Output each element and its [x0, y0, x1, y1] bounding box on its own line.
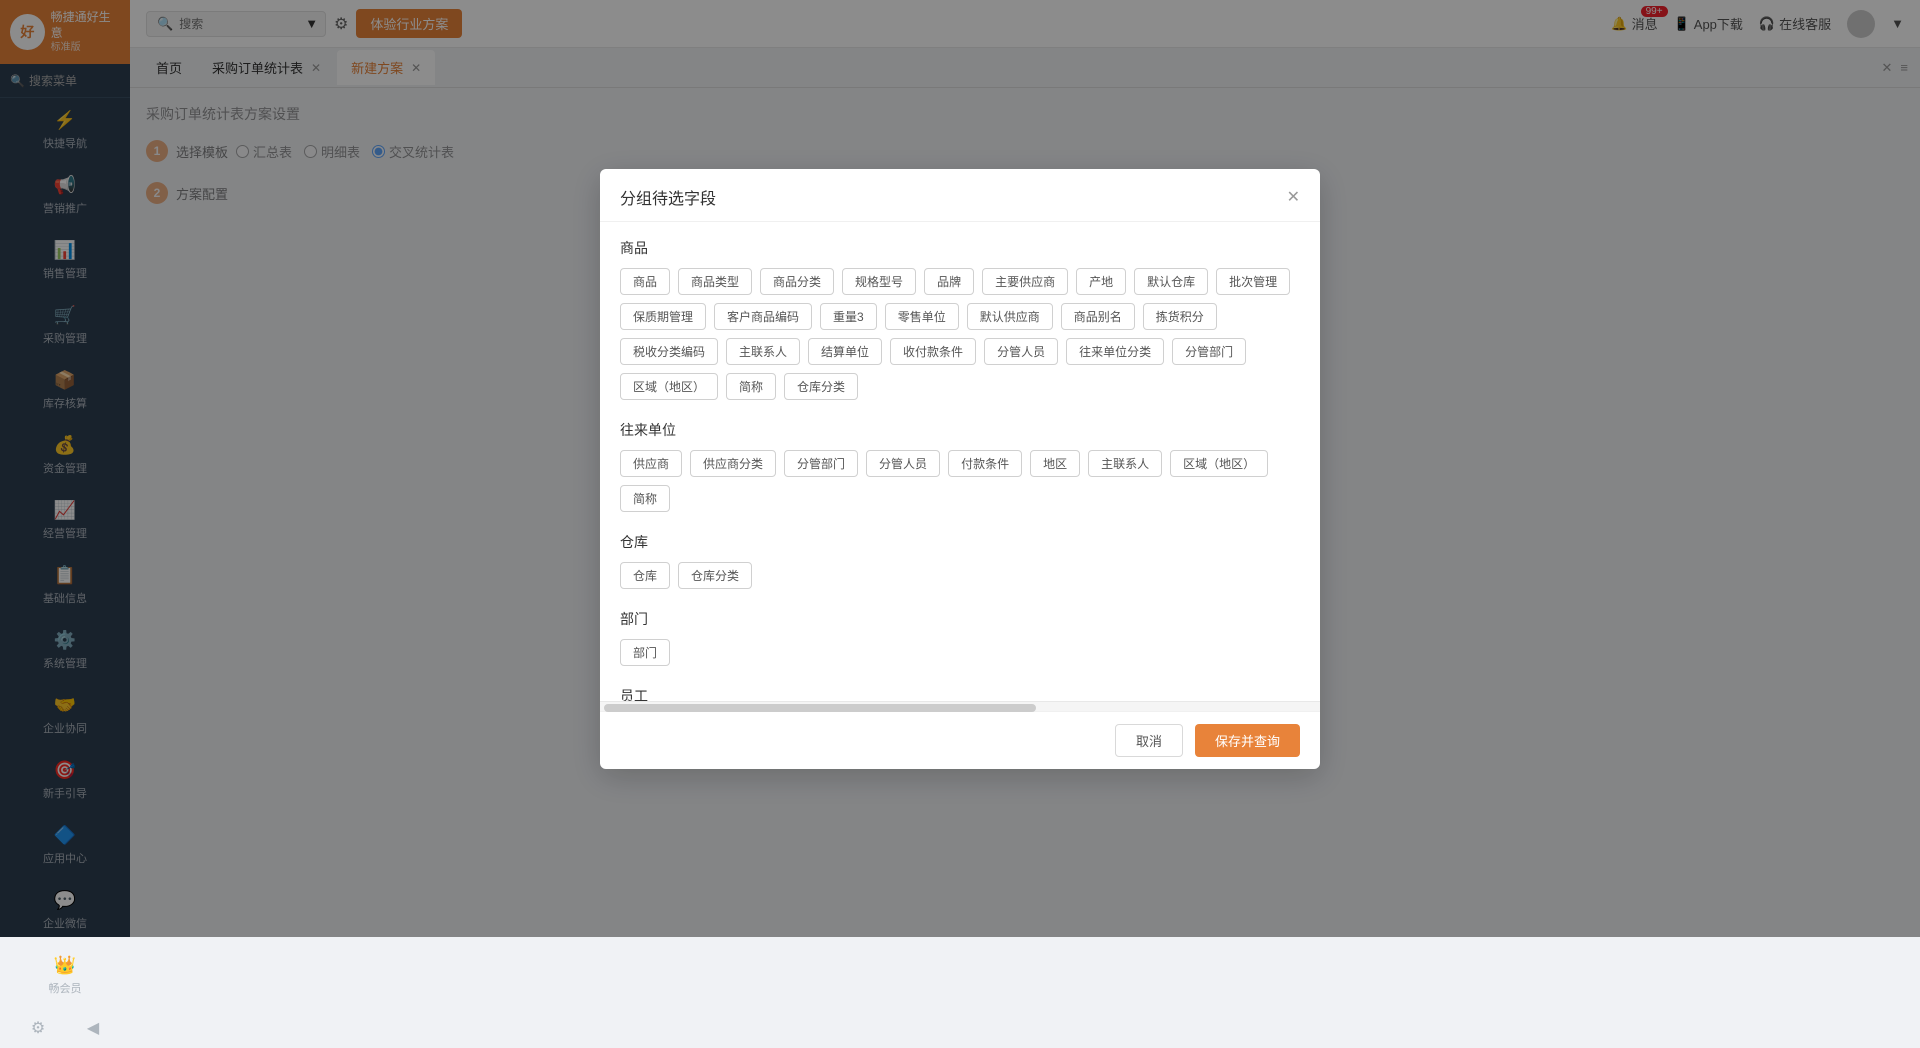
field-list-partner: 供应商供应商分类分管部门分管人员付款条件地区主联系人区域（地区） 简称	[620, 450, 1300, 512]
sidebar-bottom: ⚙ ◀	[0, 1008, 130, 1048]
field-tag-goods-7[interactable]: 默认仓库	[1134, 268, 1208, 295]
field-tag-partner-6[interactable]: 主联系人	[1088, 450, 1162, 477]
field-tag-partner-0[interactable]: 供应商	[620, 450, 682, 477]
field-group-title-goods: 商品	[620, 238, 1300, 258]
sidebar-label-member: 畅会员	[49, 980, 82, 996]
field-tag-partner-7[interactable]: 区域（地区）	[1170, 450, 1268, 477]
field-group-title-warehouse: 仓库	[620, 532, 1300, 552]
field-tag-goods-24[interactable]: 简称	[726, 373, 776, 400]
field-tag-warehouse-1[interactable]: 仓库分类	[678, 562, 752, 589]
field-group-title-partner: 往来单位	[620, 420, 1300, 440]
cancel-button[interactable]: 取消	[1115, 724, 1183, 757]
field-list-goods: 商品商品类型商品分类规格型号品牌主要供应商产地默认仓库批次管理保质期管理客户商品…	[620, 268, 1300, 400]
field-tag-goods-4[interactable]: 品牌	[924, 268, 974, 295]
field-tag-partner-5[interactable]: 地区	[1030, 450, 1080, 477]
field-tag-goods-13[interactable]: 默认供应商	[967, 303, 1053, 330]
field-tag-partner-2[interactable]: 分管部门	[784, 450, 858, 477]
field-tag-partner-3[interactable]: 分管人员	[866, 450, 940, 477]
field-tag-goods-9[interactable]: 保质期管理	[620, 303, 706, 330]
field-tag-goods-23[interactable]: 区域（地区）	[620, 373, 718, 400]
field-tag-goods-19[interactable]: 收付款条件	[890, 338, 976, 365]
field-group-goods: 商品商品商品类型商品分类规格型号品牌主要供应商产地默认仓库批次管理保质期管理客户…	[620, 238, 1300, 400]
settings-bottom-icon[interactable]: ⚙	[31, 1018, 45, 1038]
field-group-title-staff: 员工	[620, 686, 1300, 702]
field-tag-goods-21[interactable]: 往来单位分类	[1066, 338, 1164, 365]
field-list-department: 部门	[620, 639, 1300, 666]
field-tag-goods-14[interactable]: 商品别名	[1061, 303, 1135, 330]
field-tag-goods-5[interactable]: 主要供应商	[982, 268, 1068, 295]
modal-footer: 取消 保存并查询	[600, 711, 1320, 769]
field-tag-goods-16[interactable]: 税收分类编码	[620, 338, 718, 365]
field-tag-goods-10[interactable]: 客户商品编码	[714, 303, 812, 330]
field-tag-warehouse-0[interactable]: 仓库	[620, 562, 670, 589]
field-group-warehouse: 仓库仓库仓库分类	[620, 532, 1300, 589]
member-icon: 👑	[54, 955, 76, 976]
field-tag-partner-1[interactable]: 供应商分类	[690, 450, 776, 477]
modal-header: 分组待选字段 ✕	[600, 169, 1320, 222]
field-tag-goods-6[interactable]: 产地	[1076, 268, 1126, 295]
field-tag-department-0[interactable]: 部门	[620, 639, 670, 666]
field-group-partner: 往来单位供应商供应商分类分管部门分管人员付款条件地区主联系人区域（地区） 简称	[620, 420, 1300, 512]
modal-close-button[interactable]: ✕	[1287, 187, 1300, 207]
collapse-icon[interactable]: ◀	[87, 1018, 99, 1038]
field-tag-goods-12[interactable]: 零售单位	[885, 303, 959, 330]
field-tag-goods-18[interactable]: 结算单位	[808, 338, 882, 365]
field-tag-partner-4[interactable]: 付款条件	[948, 450, 1022, 477]
field-group-title-department: 部门	[620, 609, 1300, 629]
field-group-department: 部门部门	[620, 609, 1300, 666]
field-list-warehouse: 仓库仓库分类	[620, 562, 1300, 589]
scrollbar-thumb[interactable]	[604, 704, 1036, 712]
field-tag-goods-2[interactable]: 商品分类	[760, 268, 834, 295]
modal-overlay: 分组待选字段 ✕ 商品商品商品类型商品分类规格型号品牌主要供应商产地默认仓库批次…	[0, 0, 1920, 937]
field-tag-goods-20[interactable]: 分管人员	[984, 338, 1058, 365]
field-tag-goods-11[interactable]: 重量3	[820, 303, 877, 330]
field-tag-goods-25[interactable]: 仓库分类	[784, 373, 858, 400]
field-tag-goods-15[interactable]: 拣货积分	[1143, 303, 1217, 330]
modal-horizontal-scrollbar[interactable]	[600, 701, 1320, 710]
field-group-staff: 员工业务员	[620, 686, 1300, 702]
field-tag-goods-22[interactable]: 分管部门	[1172, 338, 1246, 365]
field-tag-goods-8[interactable]: 批次管理	[1216, 268, 1290, 295]
save-button[interactable]: 保存并查询	[1195, 724, 1300, 757]
modal-body: 商品商品商品类型商品分类规格型号品牌主要供应商产地默认仓库批次管理保质期管理客户…	[600, 222, 1320, 702]
modal-title: 分组待选字段	[620, 185, 716, 209]
field-tag-goods-1[interactable]: 商品类型	[678, 268, 752, 295]
field-tag-goods-17[interactable]: 主联系人	[726, 338, 800, 365]
sidebar-item-member[interactable]: 👑 畅会员	[43, 943, 87, 1008]
field-tag-goods-0[interactable]: 商品	[620, 268, 670, 295]
field-tag-goods-3[interactable]: 规格型号	[842, 268, 916, 295]
field-tag-partner-8[interactable]: 简称	[620, 485, 670, 512]
modal-dialog: 分组待选字段 ✕ 商品商品商品类型商品分类规格型号品牌主要供应商产地默认仓库批次…	[600, 169, 1320, 769]
